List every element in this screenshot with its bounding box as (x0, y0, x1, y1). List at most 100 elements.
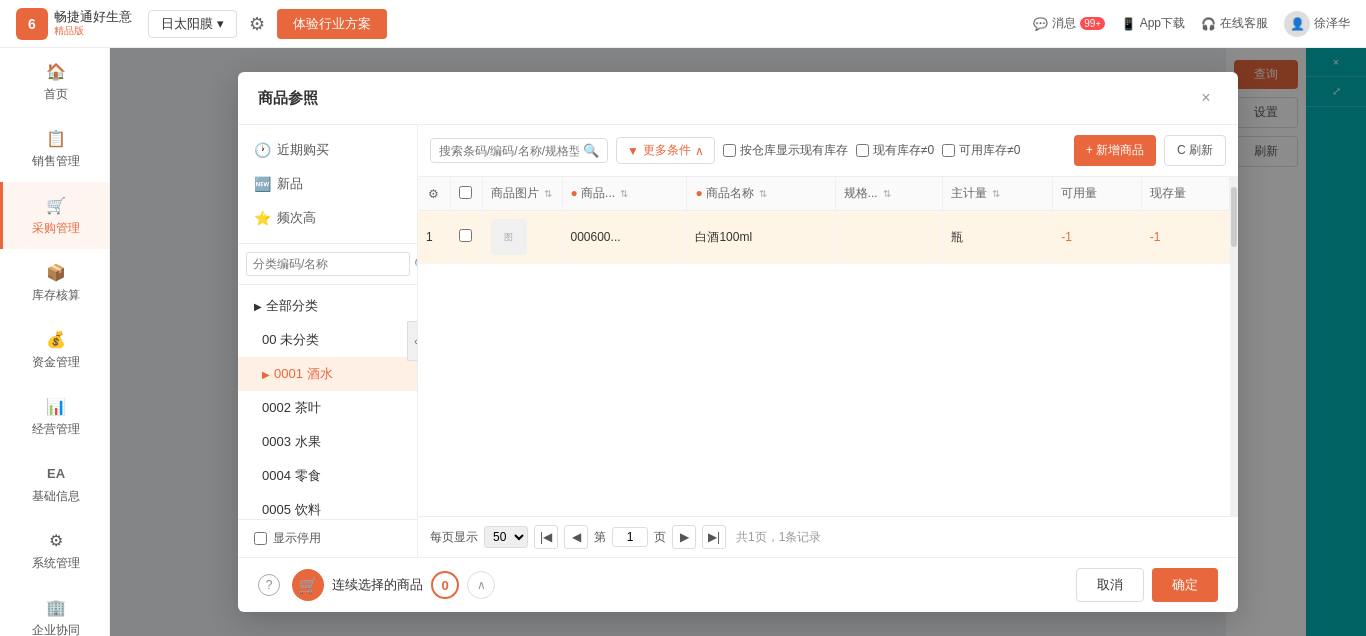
purchase-icon: 🛒 (45, 194, 67, 216)
sort-icon-unit: ⇅ (992, 188, 1000, 199)
collapse-panel-button[interactable]: « (407, 321, 418, 361)
col-available: 可用量 (1053, 177, 1141, 211)
usable-ne0-wrap[interactable]: 可用库存≠0 (942, 142, 1020, 159)
sidebar-item-stock[interactable]: 📦 库存核算 (0, 249, 109, 316)
avatar-icon: 👤 (1284, 11, 1310, 37)
cat-all[interactable]: ▶ 全部分类 (238, 289, 417, 323)
filter-label: 更多条件 (643, 142, 691, 159)
cat-0001[interactable]: ▶ 0001 酒水 (238, 357, 417, 391)
warehouse-label: 按仓库显示现有库存 (740, 142, 848, 159)
sidebar-item-ops[interactable]: 📊 经营管理 (0, 383, 109, 450)
sidebar-label-system: 系统管理 (32, 555, 80, 572)
available-ne0-wrap[interactable]: 现有库存≠0 (856, 142, 934, 159)
category-search-input[interactable] (246, 252, 410, 276)
product-thumbnail: 图 (491, 219, 527, 255)
logo-icon: 6 (16, 8, 48, 40)
cat-0004-label: 0004 零食 (262, 467, 321, 485)
sidebar-item-home[interactable]: 🏠 首页 (0, 48, 109, 115)
tab-frequent[interactable]: ⭐ 频次高 (238, 201, 417, 235)
app-name: 畅捷通好生意 (54, 9, 132, 25)
available-ne0-checkbox[interactable] (856, 144, 869, 157)
app-download-button[interactable]: 📱 App下载 (1121, 15, 1185, 32)
modal-close-button[interactable]: × (1194, 86, 1218, 110)
col-settings[interactable]: ⚙ (418, 177, 450, 211)
sidebar-item-basic[interactable]: EA 基础信息 (0, 450, 109, 517)
msg-label: 消息 (1052, 15, 1076, 32)
usable-ne0-label: 可用库存≠0 (959, 142, 1020, 159)
cart-area: 🛒 连续选择的商品 0 ∧ (292, 569, 495, 601)
next-page-button[interactable]: ▶ (672, 525, 696, 549)
user-avatar[interactable]: 👤 徐泽华 (1284, 11, 1350, 37)
chevron-down-icon: ▾ (217, 16, 224, 31)
online-service-button[interactable]: 🎧 在线客服 (1201, 15, 1268, 32)
per-page-select[interactable]: 50 (484, 526, 528, 548)
tab-new[interactable]: 🆕 新品 (238, 167, 417, 201)
sort-icon-spec: ⇅ (883, 188, 891, 199)
sidebar-label-basic: 基础信息 (32, 488, 80, 505)
quick-tabs: 🕐 近期购买 🆕 新品 ⭐ 频次高 (238, 125, 417, 244)
more-filter-button[interactable]: ▼ 更多条件 ∧ (616, 137, 715, 164)
add-product-button[interactable]: + 新增商品 (1074, 135, 1156, 166)
refresh-product-button[interactable]: C 刷新 (1164, 135, 1226, 166)
cat-0002[interactable]: 0002 茶叶 (238, 391, 417, 425)
cancel-button[interactable]: 取消 (1076, 568, 1144, 602)
warehouse-checkbox[interactable] (723, 144, 736, 157)
product-reference-modal: 商品参照 × 🕐 近期购买 🆕 (238, 72, 1238, 612)
modal-title: 商品参照 (258, 89, 318, 108)
triangle-down-icon: ▶ (262, 369, 270, 380)
table-row[interactable]: 1 图 000600... (418, 211, 1230, 264)
row-checkbox[interactable] (450, 211, 482, 264)
tab-recent[interactable]: 🕐 近期购买 (238, 133, 417, 167)
image-placeholder: 图 (504, 231, 513, 244)
show-disabled-label[interactable]: 显示停用 (273, 530, 321, 547)
sidebar-item-purchase[interactable]: 🛒 采购管理 (0, 182, 109, 249)
prev-page-button[interactable]: ◀ (564, 525, 588, 549)
collapse-cart-button[interactable]: ∧ (467, 571, 495, 599)
finance-icon: 💰 (45, 328, 67, 350)
message-icon: 💬 (1033, 17, 1048, 31)
messages-button[interactable]: 💬 消息 99+ (1033, 15, 1104, 32)
cat-0003[interactable]: 0003 水果 (238, 425, 417, 459)
gear-icon[interactable]: ⚙ (249, 13, 265, 35)
sidebar-item-finance[interactable]: 💰 资金管理 (0, 316, 109, 383)
sidebar-item-sales[interactable]: 📋 销售管理 (0, 115, 109, 182)
sidebar-item-enterprise[interactable]: 🏢 企业协同 (0, 584, 109, 636)
row-unit: 瓶 (942, 211, 1053, 264)
nav-dropdown[interactable]: 日太阳膜 ▾ (148, 10, 237, 38)
product-table-wrap: ⚙ 商品图片 ⇅ ● 商品... (418, 177, 1238, 516)
new-icon: 🆕 (254, 176, 271, 192)
trial-button[interactable]: 体验行业方案 (277, 9, 387, 39)
footer-actions: 取消 确定 (1076, 568, 1218, 602)
last-page-button[interactable]: ▶| (702, 525, 726, 549)
filter-icon: ▼ (627, 144, 639, 158)
ops-icon: 📊 (45, 395, 67, 417)
sidebar-item-system[interactable]: ⚙ 系统管理 (0, 517, 109, 584)
page-label-2: 页 (654, 529, 666, 546)
usable-ne0-checkbox[interactable] (942, 144, 955, 157)
search-icon[interactable]: 🔍 (583, 143, 599, 158)
help-button[interactable]: ? (258, 574, 280, 596)
select-all-checkbox[interactable] (459, 186, 472, 199)
confirm-button[interactable]: 确定 (1152, 568, 1218, 602)
cat-00[interactable]: 00 未分类 (238, 323, 417, 357)
page-number-input[interactable] (612, 527, 648, 547)
row-spec (835, 211, 942, 264)
cat-0004[interactable]: 0004 零食 (238, 459, 417, 493)
product-content-panel: 🔍 ▼ 更多条件 ∧ 按仓库显示现有库存 (418, 125, 1238, 557)
show-disabled-checkbox[interactable] (254, 532, 267, 545)
cat-0005[interactable]: 0005 饮料 (238, 493, 417, 519)
warehouse-checkbox-wrap[interactable]: 按仓库显示现有库存 (723, 142, 848, 159)
search-icon[interactable]: 🔍 (414, 257, 418, 272)
star-icon: ⭐ (254, 210, 271, 226)
recent-icon: 🕐 (254, 142, 271, 158)
scrollbar[interactable] (1230, 177, 1238, 516)
cart-icon[interactable]: 🛒 (292, 569, 324, 601)
category-panel: 🕐 近期购买 🆕 新品 ⭐ 频次高 (238, 125, 418, 557)
nav-right: 💬 消息 99+ 📱 App下载 🎧 在线客服 👤 徐泽华 (1033, 11, 1350, 37)
row-select-checkbox[interactable] (459, 229, 472, 242)
per-page-label: 每页显示 (430, 529, 478, 546)
category-footer: 显示停用 (238, 519, 417, 557)
cat-0005-label: 0005 饮料 (262, 501, 321, 519)
search-input[interactable] (439, 144, 579, 158)
first-page-button[interactable]: |◀ (534, 525, 558, 549)
